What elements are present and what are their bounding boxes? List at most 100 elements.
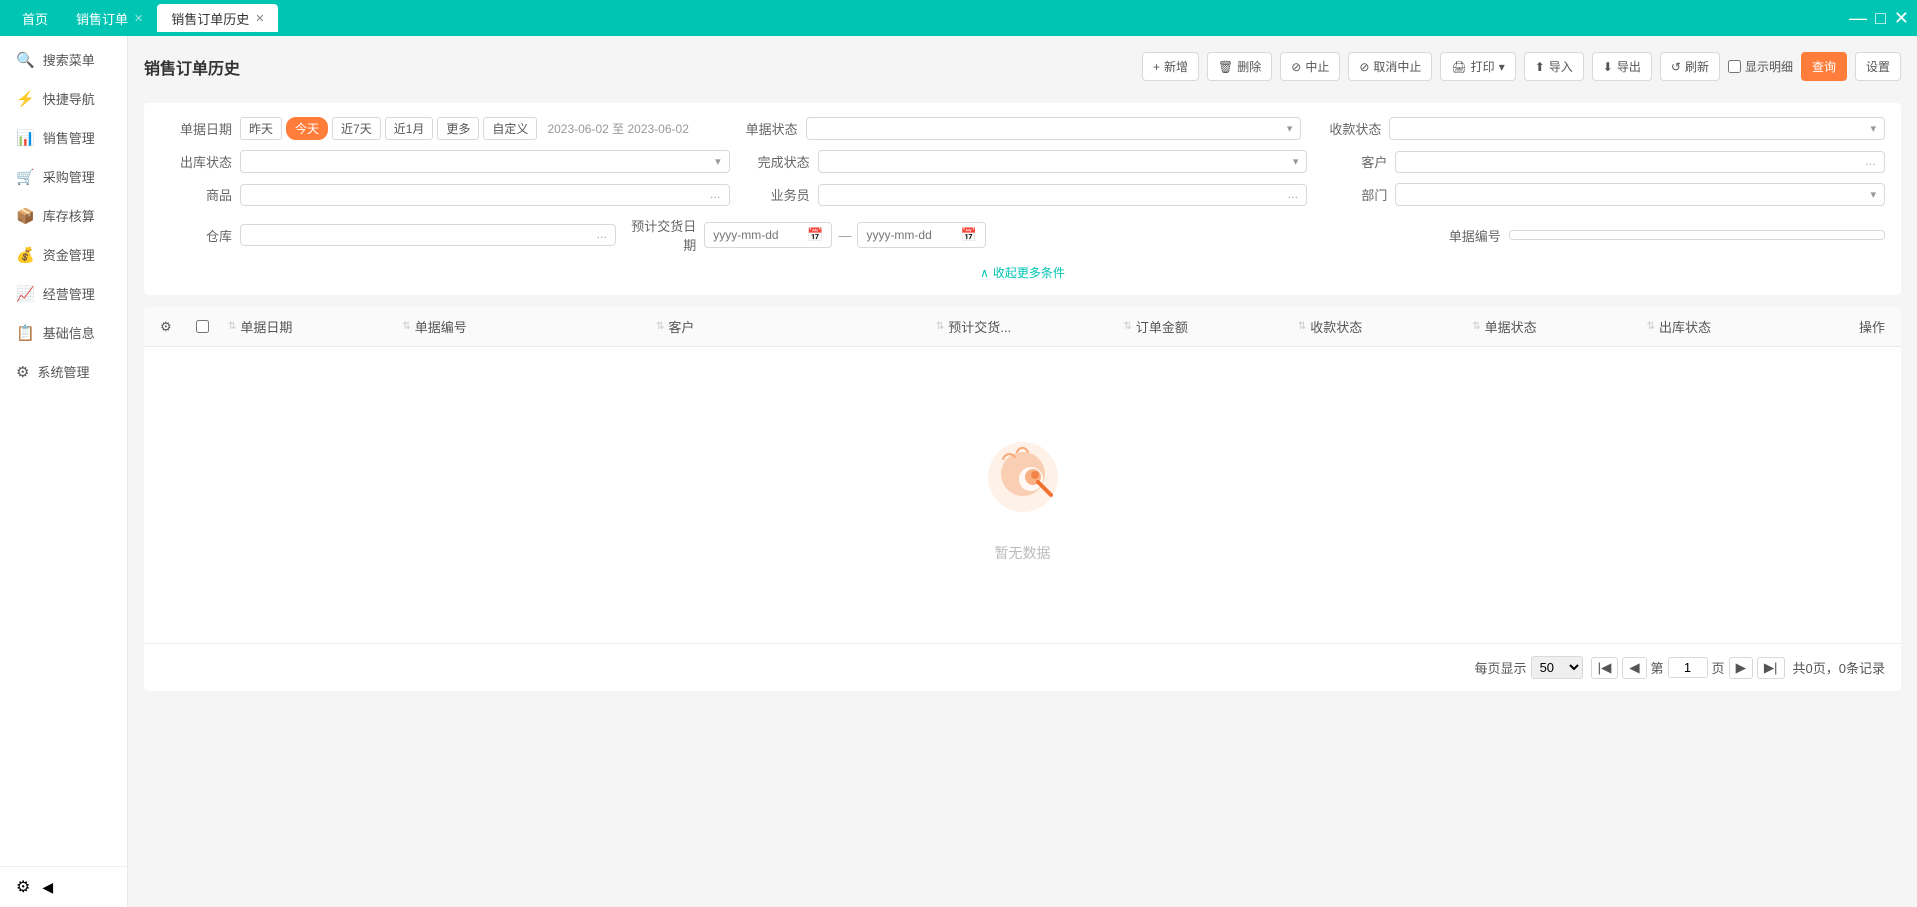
tab-action-close[interactable]: ✕ <box>1894 8 1909 29</box>
col-customer[interactable]: ⇅ 客户 <box>648 317 928 336</box>
tab-action-minus[interactable]: — <box>1849 8 1867 29</box>
col-delivery[interactable]: ⇅ 预计交货... <box>928 317 1116 336</box>
col-checkbox[interactable] <box>188 320 220 333</box>
sidebar-item-purchase[interactable]: 🛒 采购管理 <box>0 157 127 196</box>
delivery-date-to[interactable]: 📅 <box>857 222 985 248</box>
order-status-label: 单据状态 <box>726 119 798 138</box>
goods-field[interactable]: … <box>240 184 730 206</box>
prev-page-button[interactable]: ◀ <box>1622 657 1646 679</box>
tab-sales-history[interactable]: 销售订单历史 ✕ <box>157 4 278 32</box>
display-toggle-checkbox[interactable] <box>1728 60 1741 73</box>
sales-icon: 📊 <box>16 129 35 147</box>
sidebar-collapse-icon[interactable]: ◀ <box>42 879 53 896</box>
date-buttons: 昨天 今天 近7天 近1月 更多 自定义 <box>240 117 537 140</box>
empty-state: 暂无数据 <box>144 347 1901 643</box>
sort-warehouse-icon: ⇅ <box>1647 321 1655 332</box>
col-warehouse-status[interactable]: ⇅ 出库状态 <box>1639 317 1813 336</box>
toolbar: + 新增 🗑 删除 ⊘ 中止 ⊘ 取消中止 🖨 打印 <box>1142 52 1901 81</box>
print-button[interactable]: 🖨 打印 ▾ <box>1440 52 1515 81</box>
sidebar-item-basic[interactable]: 📋 基础信息 <box>0 313 127 352</box>
warehouse-label: 仓库 <box>160 226 232 245</box>
print-icon: 🖨 <box>1451 60 1466 74</box>
salesperson-label: 业务员 <box>738 185 810 204</box>
sidebar-settings-icon[interactable]: ⚙ <box>16 877 30 897</box>
sort-customer-icon: ⇅ <box>656 321 664 332</box>
per-page-dropdown[interactable]: 50 20 100 <box>1531 656 1583 679</box>
warehouse-field[interactable]: … <box>240 224 616 246</box>
refresh-button[interactable]: ↺ 刷新 <box>1660 52 1720 81</box>
tab-sales-history-label: 销售订单历史 <box>171 9 249 28</box>
query-button[interactable]: 查询 <box>1801 52 1847 81</box>
inventory-icon: 📦 <box>16 207 35 225</box>
date-btn-yesterday[interactable]: 昨天 <box>240 117 282 140</box>
tab-sales-history-close[interactable]: ✕ <box>255 12 264 25</box>
col-settings[interactable]: ⚙ <box>152 319 188 335</box>
sidebar-item-system[interactable]: ⚙ 系统管理 <box>0 352 127 391</box>
col-number[interactable]: ⇅ 单据编号 <box>394 317 648 336</box>
customer-field[interactable]: … <box>1395 151 1885 173</box>
date-btn-more[interactable]: 更多 <box>437 117 479 140</box>
order-status-select[interactable]: ▾ <box>806 117 1302 140</box>
collapse-more[interactable]: ∧ 收起更多条件 <box>160 264 1885 281</box>
page-title: 销售订单历史 <box>144 55 240 79</box>
sidebar-item-sales[interactable]: 📊 销售管理 <box>0 118 127 157</box>
date-btn-1month[interactable]: 近1月 <box>385 117 434 140</box>
salesperson-field[interactable]: … <box>818 184 1308 206</box>
delete-button[interactable]: 🗑 删除 <box>1207 52 1272 81</box>
calendar-from-icon: 📅 <box>807 227 823 243</box>
sort-date-icon: ⇅ <box>228 321 236 332</box>
col-date[interactable]: ⇅ 单据日期 <box>220 317 394 336</box>
col-order-status[interactable]: ⇅ 单据状态 <box>1464 317 1638 336</box>
filter-row-3: 商品 … 业务员 … 部门 ▾ <box>160 183 1885 206</box>
sidebar-item-operations[interactable]: 📈 经营管理 <box>0 274 127 313</box>
date-label: 单据日期 <box>160 119 232 138</box>
page-number-input[interactable] <box>1668 657 1708 678</box>
warehouse-status-select[interactable]: ▾ <box>240 150 730 173</box>
col-payment[interactable]: ⇅ 收款状态 <box>1290 317 1464 336</box>
import-icon: ⬆ <box>1535 60 1545 74</box>
query-label: 查询 <box>1812 58 1836 75</box>
sidebar-item-search-menu[interactable]: 🔍 搜索菜单 <box>0 40 127 79</box>
complete-status-select[interactable]: ▾ <box>818 150 1308 173</box>
sort-payment-icon: ⇅ <box>1298 321 1306 332</box>
last-page-button[interactable]: ▶| <box>1757 657 1785 679</box>
next-page-button[interactable]: ▶ <box>1729 657 1753 679</box>
sidebar-item-finance-label: 资金管理 <box>43 245 95 264</box>
order-number-field[interactable] <box>1509 230 1885 240</box>
delivery-date-from[interactable]: 📅 <box>704 222 832 248</box>
tab-sales-order[interactable]: 销售订单 ✕ <box>62 4 157 32</box>
customer-more-icon: … <box>1865 156 1876 168</box>
export-button[interactable]: ⬇ 导出 <box>1592 52 1652 81</box>
sidebar-bottom: ⚙ ◀ <box>0 866 127 907</box>
sidebar-item-purchase-label: 采购管理 <box>43 167 95 186</box>
sort-amount-icon: ⇅ <box>1123 321 1131 332</box>
col-action: 操作 <box>1813 317 1893 336</box>
tab-action-square[interactable]: □ <box>1875 8 1886 29</box>
sidebar-item-inventory[interactable]: 📦 库存核算 <box>0 196 127 235</box>
date-btn-today[interactable]: 今天 <box>286 117 328 140</box>
system-icon: ⚙ <box>16 363 29 381</box>
cancel-stop-button[interactable]: ⊘ 取消中止 <box>1348 52 1432 81</box>
col-amount[interactable]: ⇅ 订单金额 <box>1115 317 1289 336</box>
date-btn-custom[interactable]: 自定义 <box>483 117 537 140</box>
tab-sales-order-close[interactable]: ✕ <box>134 12 143 25</box>
delivery-date-from-input[interactable] <box>713 228 803 242</box>
delivery-date-to-input[interactable] <box>866 228 956 242</box>
first-page-button[interactable]: |◀ <box>1591 657 1619 679</box>
sidebar-item-finance[interactable]: 💰 资金管理 <box>0 235 127 274</box>
select-all-checkbox[interactable] <box>196 320 209 333</box>
salesperson-more-icon: … <box>1287 189 1298 201</box>
add-button[interactable]: + 新增 <box>1142 52 1199 81</box>
sidebar-item-quick-nav[interactable]: ⚡ 快捷导航 <box>0 79 127 118</box>
payment-status-select[interactable]: ▾ <box>1389 117 1885 140</box>
stop-button[interactable]: ⊘ 中止 <box>1280 52 1340 81</box>
total-text: 共0页，0条记录 <box>1793 658 1885 677</box>
date-btn-7days[interactable]: 近7天 <box>332 117 381 140</box>
department-select[interactable]: ▾ <box>1395 183 1885 206</box>
import-button[interactable]: ⬆ 导入 <box>1524 52 1584 81</box>
tab-home[interactable]: 首页 <box>8 4 62 32</box>
collapse-label: 收起更多条件 <box>993 264 1065 281</box>
settings-button[interactable]: 设置 <box>1855 52 1901 81</box>
pagination: 每页显示 50 20 100 |◀ ◀ 第 页 ▶ ▶| 共0页，0条记 <box>144 643 1901 691</box>
refresh-icon: ↺ <box>1671 60 1681 74</box>
